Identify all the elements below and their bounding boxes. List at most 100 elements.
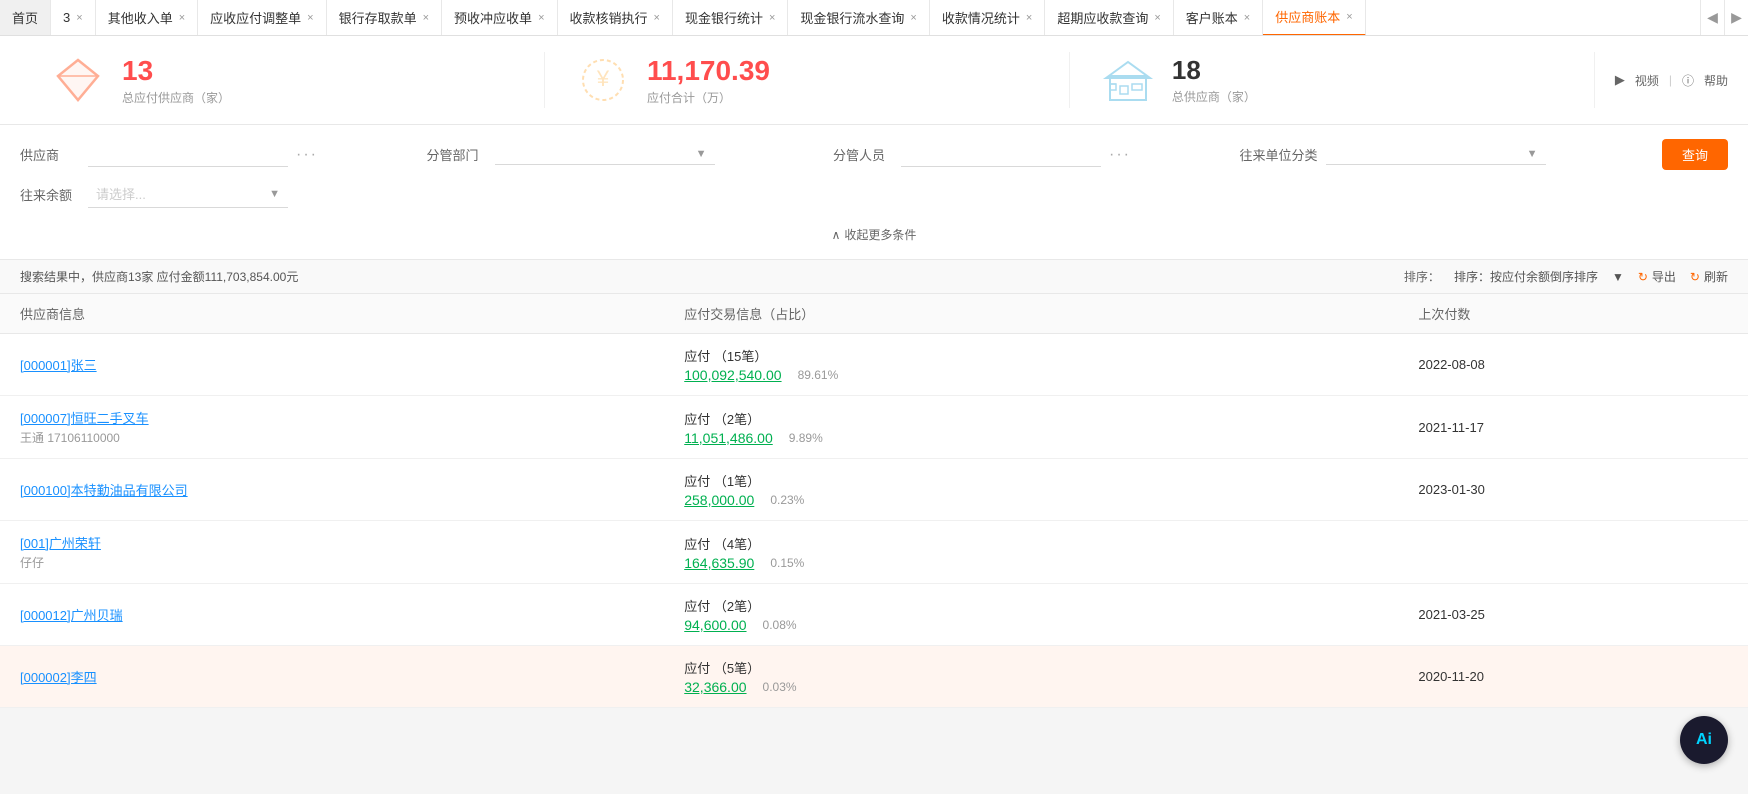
nav-tab-3-label: 3: [63, 10, 70, 25]
supplier-cell-3: [000100]本特勤油品有限公司: [0, 459, 664, 521]
payable-amount-6[interactable]: 32,366.00: [684, 679, 746, 695]
chevron-down-icon: ▼: [696, 148, 707, 160]
nav-tab-collection[interactable]: 收款核销执行 ×: [558, 0, 673, 36]
close-icon[interactable]: ×: [307, 12, 313, 24]
payable-pct-2: 9.89%: [789, 431, 823, 445]
payable-amount-row-3: 258,000.00 0.23%: [684, 492, 1378, 508]
nav-tab-other-income-label: 其他收入单: [108, 8, 173, 27]
nav-left-arrow[interactable]: ◀: [1700, 0, 1724, 36]
sort-label: 排序：: [1404, 268, 1440, 285]
close-icon[interactable]: ×: [179, 12, 185, 24]
refresh-icon: ↻: [1690, 270, 1700, 284]
payable-count-4: 应付 （4笔）: [684, 537, 760, 552]
nav-tab-adjust[interactable]: 应收应付调整单 ×: [198, 0, 326, 36]
supplier-link-6[interactable]: [000002]李四: [20, 667, 644, 686]
nav-tab-receipt-stat[interactable]: 收款情况统计 ×: [930, 0, 1045, 36]
top-right-links: ▶ 视频 | ⓘ 帮助: [1615, 72, 1728, 89]
nav-tab-customer-ledger[interactable]: 客户账本 ×: [1174, 0, 1263, 36]
table-row: [000100]本特勤油品有限公司 应付 （1笔） 258,000.00 0.2…: [0, 459, 1748, 521]
nav-tab-supplier-ledger[interactable]: 供应商账本 ×: [1263, 0, 1365, 36]
last-pay-date-5: 2021-03-25: [1418, 607, 1485, 622]
nav-tab-collection-label: 收款核销执行: [570, 8, 648, 27]
table-row: [000007]恒旺二手叉车 王通 17106110000 应付 （2笔） 11…: [0, 396, 1748, 459]
table-row: [000012]广州贝瑞 应付 （2笔） 94,600.00 0.08% 202…: [0, 584, 1748, 646]
payable-amount-2[interactable]: 11,051,486.00: [684, 430, 773, 446]
supplier-input[interactable]: [88, 143, 288, 167]
nav-right-arrow[interactable]: ▶: [1724, 0, 1748, 36]
close-icon[interactable]: ×: [769, 12, 775, 24]
last-pay-date-2: 2021-11-17: [1418, 420, 1484, 435]
close-icon[interactable]: ×: [1026, 12, 1032, 24]
lastpay-cell-2: 2021-11-17: [1398, 396, 1748, 459]
total-suppliers-number: 18: [1172, 55, 1256, 86]
nav-tab-3[interactable]: 3 ×: [51, 0, 96, 36]
summary-bar: 13 总应付供应商（家） ¥ 11,170.39 应付合计（万）: [0, 36, 1748, 125]
payable-amount-row-6: 32,366.00 0.03%: [684, 679, 1378, 695]
person-dots-icon[interactable]: ···: [1109, 146, 1131, 164]
nav-tab-cash-stat-label: 现金银行统计: [685, 8, 763, 27]
sort-select[interactable]: 排序：按应付余额倒序排序: [1454, 268, 1598, 285]
ai-badge[interactable]: Ai: [1680, 716, 1728, 764]
nav-tab-prepay[interactable]: 预收冲应收单 ×: [442, 0, 557, 36]
payable-label-5: 应付 （2笔）: [684, 596, 1378, 615]
export-button[interactable]: ↻ 导出: [1638, 268, 1676, 285]
payable-amount-1[interactable]: 100,092,540.00: [684, 367, 781, 383]
video-link[interactable]: 视频: [1635, 72, 1659, 89]
supplier-link-4[interactable]: [001]广州荣轩: [20, 533, 644, 552]
payable-pct-3: 0.23%: [770, 493, 804, 507]
close-icon[interactable]: ×: [1154, 12, 1160, 24]
chevron-up-icon: ∧: [832, 228, 841, 242]
nav-tab-cash-query[interactable]: 现金银行流水查询 ×: [788, 0, 929, 36]
help-link[interactable]: 帮助: [1704, 72, 1728, 89]
lastpay-cell-4: [1398, 521, 1748, 584]
supplier-link-5[interactable]: [000012]广州贝瑞: [20, 605, 644, 624]
svg-text:¥: ¥: [596, 66, 610, 91]
last-pay-date-6: 2020-11-20: [1418, 669, 1484, 684]
payable-count-1: 应付 （15笔）: [684, 349, 767, 364]
close-icon[interactable]: ×: [1346, 11, 1352, 23]
payable-label-4: 应付 （4笔）: [684, 534, 1378, 553]
refresh-button[interactable]: ↻ 刷新: [1690, 268, 1728, 285]
dept-select[interactable]: ▼: [495, 144, 715, 165]
close-icon[interactable]: ×: [1244, 12, 1250, 24]
payable-label-6: 应付 （5笔）: [684, 658, 1378, 677]
supplier-link-3[interactable]: [000100]本特勤油品有限公司: [20, 480, 644, 499]
close-icon[interactable]: ×: [654, 12, 660, 24]
collapse-button[interactable]: ∧ 收起更多条件: [832, 222, 917, 247]
category-select[interactable]: ▼: [1326, 144, 1546, 165]
filter-supplier: 供应商 ···: [20, 143, 427, 167]
payable-cell-1: 应付 （15笔） 100,092,540.00 89.61%: [664, 334, 1398, 396]
payable-amount-3[interactable]: 258,000.00: [684, 492, 754, 508]
balance-select[interactable]: 请选择... ▼: [88, 180, 288, 208]
supplier-dots-icon[interactable]: ···: [296, 146, 318, 164]
payable-amount-5[interactable]: 94,600.00: [684, 617, 746, 633]
supplier-link-2[interactable]: [000007]恒旺二手叉车: [20, 408, 644, 427]
sort-dropdown-icon[interactable]: ▼: [1612, 270, 1624, 284]
star-icon: ¥: [575, 52, 631, 108]
payable-amount-4[interactable]: 164,635.90: [684, 555, 754, 571]
close-icon[interactable]: ×: [423, 12, 429, 24]
close-icon[interactable]: ×: [538, 12, 544, 24]
diamond-icon: [50, 52, 106, 108]
close-icon[interactable]: ×: [76, 12, 82, 24]
payable-total-label: 应付合计（万）: [647, 89, 770, 106]
supplier-cell-5: [000012]广州贝瑞: [0, 584, 664, 646]
payable-label-1: 应付 （15笔）: [684, 346, 1378, 365]
nav-tab-home[interactable]: 首页: [0, 0, 51, 36]
lastpay-cell-6: 2020-11-20: [1398, 646, 1748, 708]
nav-tab-overdue[interactable]: 超期应收款查询 ×: [1045, 0, 1173, 36]
filter-balance: 往来余额 请选择... ▼: [20, 180, 1728, 208]
supplier-link-1[interactable]: [000001]张三: [20, 355, 644, 374]
query-button[interactable]: 查询: [1662, 139, 1728, 170]
nav-tab-receipt-stat-label: 收款情况统计: [942, 8, 1020, 27]
nav-tab-prepay-label: 预收冲应收单: [454, 8, 532, 27]
nav-tab-bank-deposit-label: 银行存取款单: [339, 8, 417, 27]
payable-count-3: 应付 （1笔）: [684, 474, 760, 489]
nav-tab-other-income[interactable]: 其他收入单 ×: [96, 0, 198, 36]
nav-tab-bank-deposit[interactable]: 银行存取款单 ×: [327, 0, 442, 36]
person-input[interactable]: [901, 143, 1101, 167]
close-icon[interactable]: ×: [910, 12, 916, 24]
nav-tab-cash-stat[interactable]: 现金银行统计 ×: [673, 0, 788, 36]
collapse-label: 收起更多条件: [844, 226, 916, 243]
summary-info-total: 11,170.39 应付合计（万）: [647, 54, 770, 107]
